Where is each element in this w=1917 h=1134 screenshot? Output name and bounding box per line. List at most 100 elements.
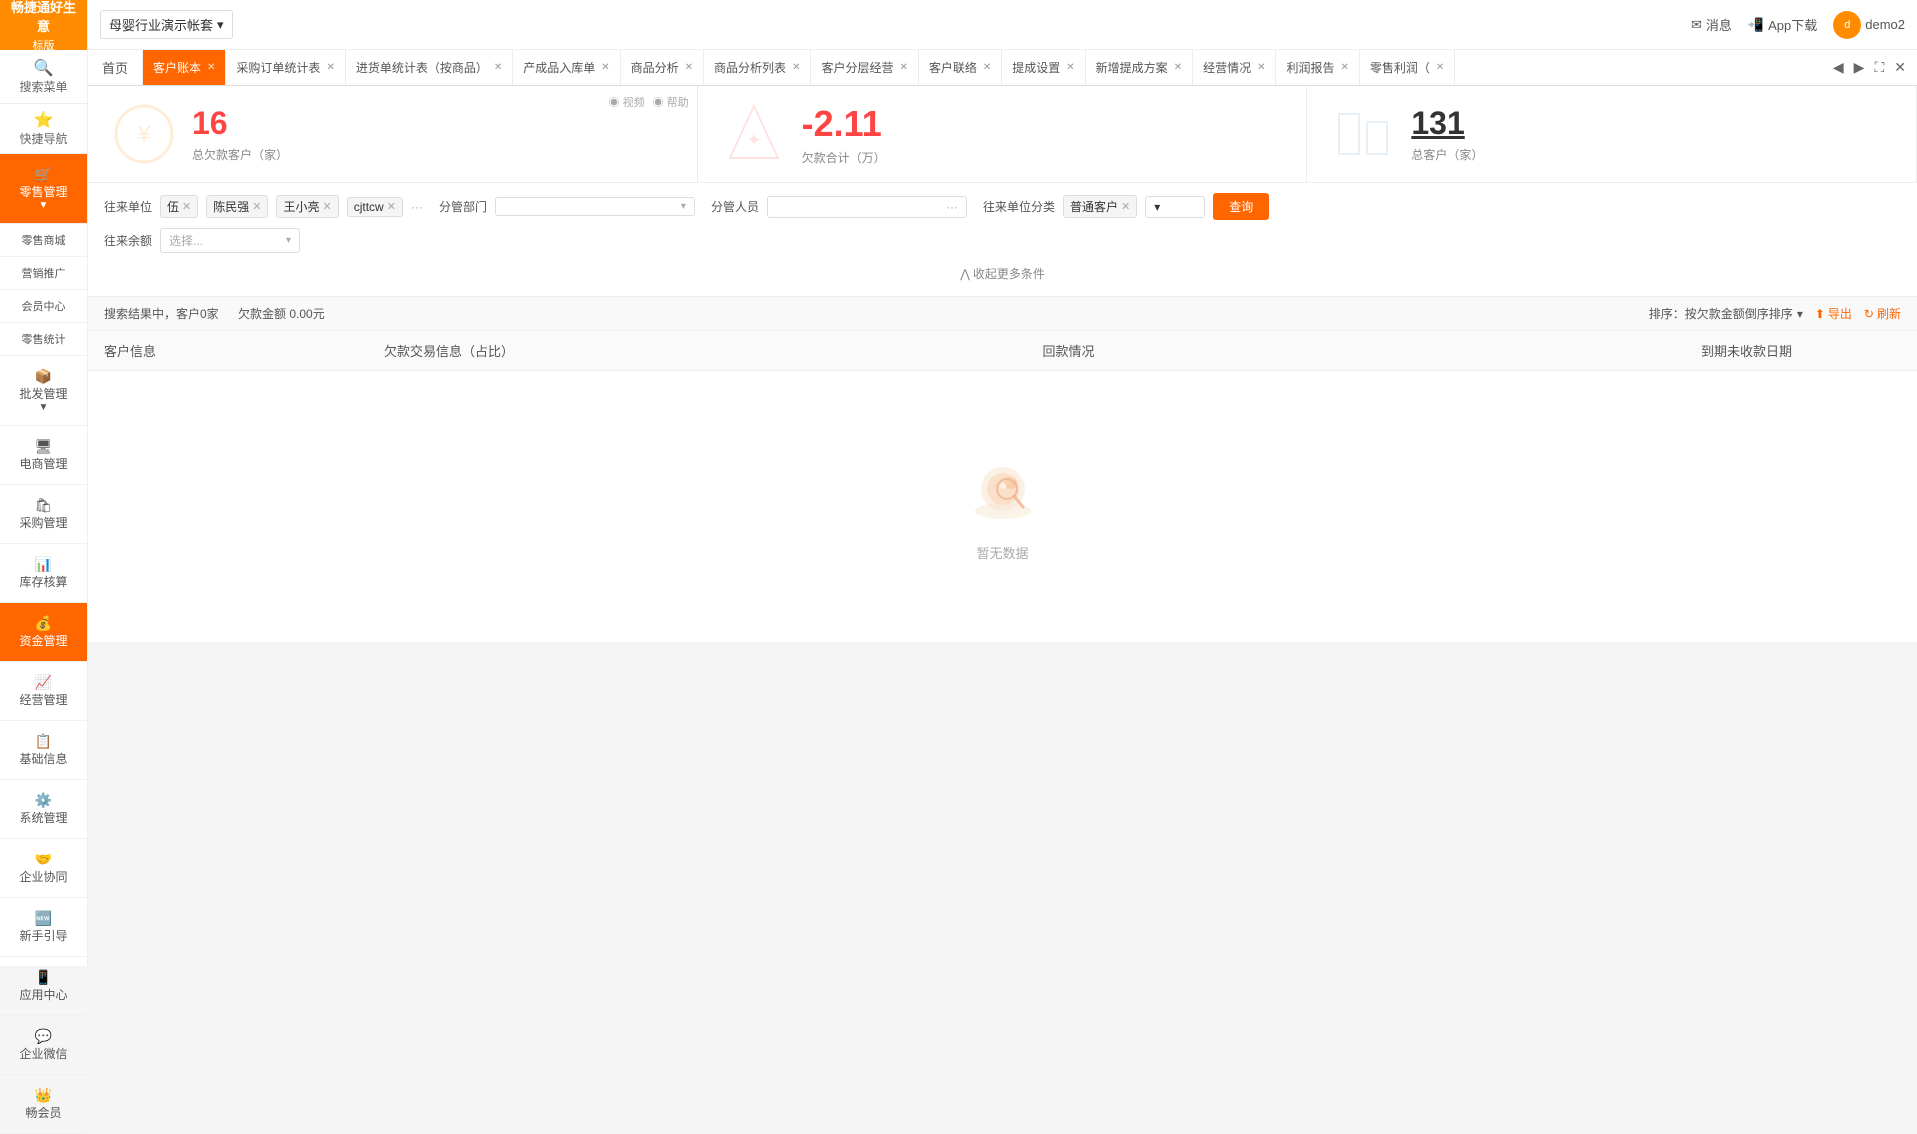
sort-control[interactable]: 排序：按欠款金额倒序排序 ▾ [1649, 305, 1803, 322]
tab-product-analysis-list[interactable]: 商品分析列表 ✕ [704, 50, 811, 86]
remove-tag-unit4[interactable]: ✕ [387, 200, 396, 213]
sidebar-item-retail-mgmt[interactable]: 🛒 零售管理 ▼ [0, 154, 87, 224]
close-tab-profit-report[interactable]: ✕ [1341, 62, 1349, 73]
nav-tabs: 首页 客户账本 ✕ 采购订单统计表 ✕ 进货单统计表（按商品） ✕ 产成品入库单… [88, 50, 1917, 86]
sidebar-item-quick-nav[interactable]: ⭐ 快捷导航 [0, 104, 87, 154]
filter-tag-unit1[interactable]: 伍 ✕ [160, 195, 198, 218]
balance-select[interactable]: 选择... ▾ [160, 228, 300, 253]
sidebar-item-basic-info[interactable]: 📋 基础信息 [0, 721, 87, 780]
filter-tag-unit2[interactable]: 陈民强 ✕ [206, 195, 268, 218]
refresh-btn[interactable]: ↻ 刷新 [1864, 305, 1901, 322]
tab-accounts[interactable]: 客户账本 ✕ [143, 50, 226, 86]
amount-summary: 欠款金额 0.00元 [238, 307, 325, 321]
tab-customer-tier[interactable]: 客户分层经营 ✕ [811, 50, 918, 86]
sidebar-item-member-plus[interactable]: 👑 畅会员 [0, 1075, 87, 1134]
category-select[interactable]: ▾ [1145, 196, 1205, 218]
help-link[interactable]: ◉ 帮助 [653, 94, 689, 110]
person-select-more: ··· [946, 200, 958, 214]
tab-operations[interactable]: 经营情况 ✕ [1193, 50, 1276, 86]
sidebar-item-member-center[interactable]: 会员中心 [0, 290, 87, 323]
sidebar-item-enterprise-wechat[interactable]: 💬 企业微信 [0, 1016, 87, 1075]
dept-select[interactable]: ▾ [495, 197, 695, 216]
close-tab-accounts[interactable]: ✕ [207, 62, 215, 73]
tab-incoming-stats[interactable]: 进货单统计表（按商品） ✕ [346, 50, 513, 86]
unit-filter-label: 往来单位 [104, 198, 152, 215]
remove-tag-category1[interactable]: ✕ [1121, 200, 1130, 213]
person-select[interactable]: ··· [767, 196, 967, 218]
results-bar: 搜索结果中，客户0家 欠款金额 0.00元 排序：按欠款金额倒序排序 ▾ ⬆ 导… [88, 297, 1917, 331]
filter-row-2: 往来余额 选择... ▾ [104, 228, 1901, 253]
person-filter-label: 分管人员 [711, 198, 759, 215]
tab-home[interactable]: 首页 [88, 50, 143, 86]
close-tab-product-analysis[interactable]: ✕ [685, 62, 693, 73]
sidebar-item-operations-mgmt[interactable]: 📈 经营管理 [0, 662, 87, 721]
filter-row-1: 往来单位 伍 ✕ 陈民强 ✕ 王小亮 ✕ cjttcw ✕ ··· [104, 193, 1901, 220]
close-tab-retail-profit[interactable]: ✕ [1436, 62, 1444, 73]
sidebar-item-inventory-check[interactable]: 📊 库存核算 [0, 544, 87, 603]
close-tab-product-analysis-list[interactable]: ✕ [792, 62, 800, 73]
app-download-btn[interactable]: 📲 App下载 [1748, 15, 1817, 34]
close-tab-promotion-settings[interactable]: ✕ [1066, 62, 1074, 73]
results-actions: 排序：按欠款金额倒序排序 ▾ ⬆ 导出 ↻ 刷新 [1649, 305, 1901, 322]
remove-tag-unit1[interactable]: ✕ [182, 200, 191, 213]
tab-retail-profit[interactable]: 零售利润（ ✕ [1360, 50, 1455, 86]
message-btn[interactable]: ✉ 消息 [1691, 15, 1732, 34]
filter-bar: 往来单位 伍 ✕ 陈民强 ✕ 王小亮 ✕ cjttcw ✕ ··· [88, 183, 1917, 297]
sidebar-item-search[interactable]: 🔍 搜索菜单 [0, 50, 87, 104]
balance-chevron: ▾ [286, 235, 291, 246]
sidebar-item-ecommerce-mgmt[interactable]: 🖥 电商管理 [0, 426, 87, 485]
balance-filter-label: 往来余额 [104, 232, 152, 249]
tab-new-promotion[interactable]: 新增提成方案 ✕ [1086, 50, 1193, 86]
tab-promotion-settings[interactable]: 提成设置 ✕ [1002, 50, 1085, 86]
close-tab-new-promotion[interactable]: ✕ [1174, 62, 1182, 73]
close-tab-production-in[interactable]: ✕ [601, 62, 609, 73]
empty-state: 暂无数据 [88, 371, 1917, 642]
tab-profit-report[interactable]: 利润报告 ✕ [1276, 50, 1359, 86]
filter-tag-unit4[interactable]: cjttcw ✕ [347, 197, 403, 217]
video-help-link[interactable]: ◉ 视频 [609, 94, 645, 110]
summary-card-debt: ✦ -2.11 欠款合计（万） [698, 86, 1308, 182]
close-tab-incoming-stats[interactable]: ✕ [494, 62, 502, 73]
tab-scroll-right[interactable]: ▶ [1851, 59, 1868, 76]
tab-purchase-stats[interactable]: 采购订单统计表 ✕ [226, 50, 345, 86]
close-tab-operations[interactable]: ✕ [1257, 62, 1265, 73]
export-btn[interactable]: ⬆ 导出 [1815, 305, 1852, 322]
card1-label: 总欠款客户（家） [192, 146, 288, 163]
card1-icon: ¥ [112, 102, 176, 166]
tab-customer-contact[interactable]: 客户联络 ✕ [919, 50, 1002, 86]
sidebar-item-system-mgmt[interactable]: ⚙️ 系统管理 [0, 780, 87, 839]
sidebar-item-capital-mgmt[interactable]: 💰 资金管理 [0, 603, 87, 662]
remove-tag-unit3[interactable]: ✕ [323, 200, 332, 213]
close-tab-customer-contact[interactable]: ✕ [983, 62, 991, 73]
sidebar-item-retail-mall[interactable]: 零售商城 [0, 224, 87, 257]
remove-tag-unit2[interactable]: ✕ [252, 200, 261, 213]
tab-product-analysis[interactable]: 商品分析 ✕ [621, 50, 704, 86]
tab-close-all[interactable]: ✕ [1891, 59, 1909, 76]
sidebar-item-purchase-mgmt[interactable]: 🛍 采购管理 [0, 485, 87, 544]
col-debt-info: 欠款交易信息（占比） [384, 341, 1043, 360]
account-selector[interactable]: 母婴行业演示帐套 ▾ [100, 10, 233, 39]
filter-tag-unit3[interactable]: 王小亮 ✕ [276, 195, 338, 218]
sidebar-item-retail-stats[interactable]: 零售统计 [0, 323, 87, 356]
tab-production-in[interactable]: 产成品入库单 ✕ [513, 50, 620, 86]
tab-maximize[interactable]: ⛶ [1871, 59, 1887, 76]
tab-scroll-left[interactable]: ◀ [1830, 59, 1847, 76]
query-button[interactable]: 查询 [1213, 193, 1269, 220]
sidebar-logo[interactable]: 畅捷通好生意 标版 [0, 0, 87, 50]
close-tab-customer-tier[interactable]: ✕ [899, 62, 907, 73]
filter-tag-category1[interactable]: 普通客户 ✕ [1063, 195, 1137, 218]
more-tags-btn[interactable]: ··· [411, 200, 423, 214]
collapse-btn[interactable]: ⋀ 收起更多条件 [960, 265, 1045, 282]
avatar: d [1833, 11, 1861, 39]
sidebar-item-enterprise-collab[interactable]: 🤝 企业协同 [0, 839, 87, 898]
category-filter-label: 往来单位分类 [983, 198, 1055, 215]
topbar-right: ✉ 消息 📲 App下载 d demo2 [1691, 11, 1905, 39]
sidebar-item-marketing[interactable]: 营销推广 [0, 257, 87, 290]
user-profile[interactable]: d demo2 [1833, 11, 1905, 39]
search-summary: 搜索结果中，客户0家 [104, 307, 219, 321]
download-icon: 📲 [1748, 17, 1764, 33]
sidebar-item-new-user-guide[interactable]: 🆕 新手引导 [0, 898, 87, 957]
sidebar-item-wholesale-mgmt[interactable]: 📦 批发管理 ▼ [0, 356, 87, 426]
collapse-icon: ⋀ [960, 267, 970, 281]
close-tab-purchase-stats[interactable]: ✕ [326, 62, 334, 73]
